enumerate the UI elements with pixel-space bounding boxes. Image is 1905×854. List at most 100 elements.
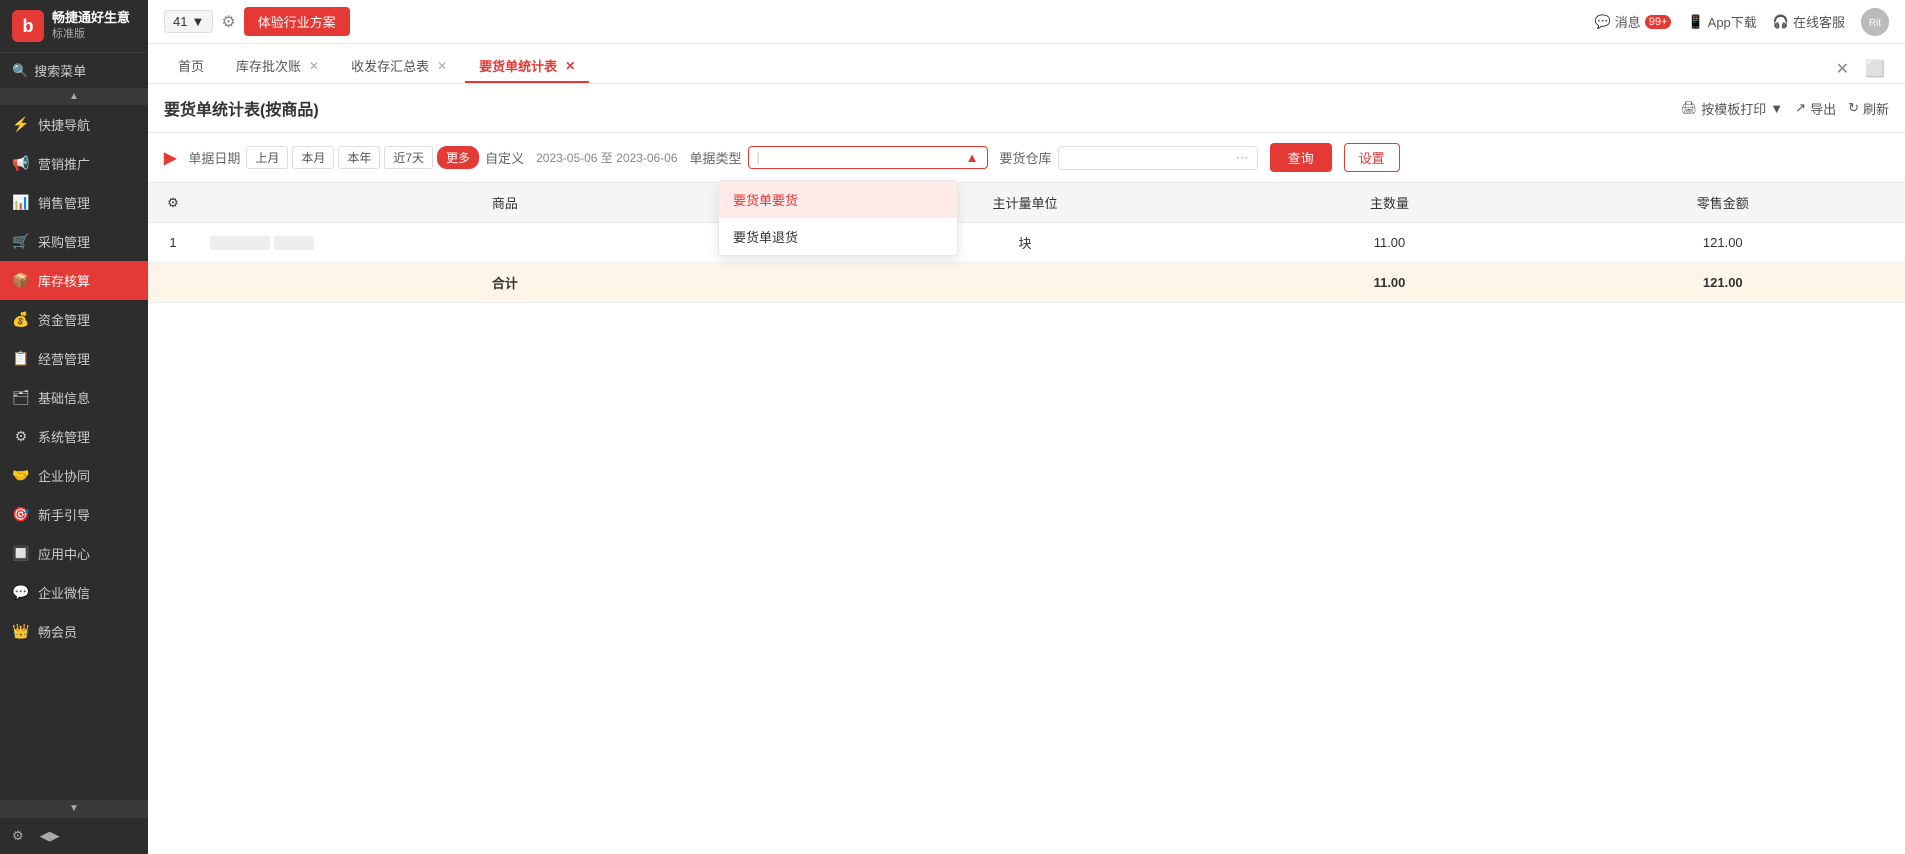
tab-receipts-summary[interactable]: 收发存汇总表 ✕ [337,50,461,83]
print-template-btn[interactable]: 🖨 按模板打印 ▼ [1681,99,1783,118]
row-quantity: 11.00 [1238,223,1540,263]
column-settings-icon[interactable]: ⚙ [167,195,179,210]
sidebar-logo: b 畅捷通好生意 标准版 [0,0,148,53]
sidebar-item-label: 企业微信 [38,583,90,602]
filter-collapse-btn[interactable]: ▶ [164,148,176,168]
sidebar-item-wechat[interactable]: 💬 企业微信 [0,573,148,612]
sidebar-item-purchase[interactable]: 🛒 采购管理 [0,222,148,261]
sidebar-scroll-up[interactable]: ▲ [0,88,148,105]
tab-inventory-batch[interactable]: 库存批次账 ✕ [222,50,333,83]
tab-home[interactable]: 首页 [164,50,218,83]
tab-order-stats-label: 要货单统计表 [479,56,557,75]
sidebar-item-label: 销售管理 [38,193,90,212]
sidebar-item-label: 采购管理 [38,232,90,251]
sidebar-item-label: 经营管理 [38,349,90,368]
type-filter-label: 单据类型 [690,148,742,167]
tab-order-stats[interactable]: 要货单统计表 ✕ [465,50,589,83]
close-order-stats-icon[interactable]: ✕ [565,59,575,73]
store-number: 41 [173,14,187,29]
sidebar-item-guide[interactable]: 🎯 新手引导 [0,495,148,534]
date-btn-this-year[interactable]: 本年 [338,146,380,169]
sidebar-item-apps[interactable]: 🔲 应用中心 [0,534,148,573]
date-btn-last-month[interactable]: 上月 [246,146,288,169]
store-selector[interactable]: 41 ▼ [164,10,213,33]
sidebar-item-label: 营销推广 [38,154,90,173]
sidebar-item-member[interactable]: 👑 畅会员 [0,612,148,651]
messages-action[interactable]: 💬 消息 99+ [1595,12,1672,31]
maximize-tab-btn[interactable]: ⬜ [1861,55,1889,83]
basic-icon: 🗂 [12,389,30,407]
export-icon: ↗ [1795,100,1806,116]
type-option-yaohuodanyaohuo[interactable]: 要货单要货 [719,181,957,218]
finance-icon: 💰 [12,311,30,329]
sidebar-item-enterprise[interactable]: 🤝 企业协同 [0,456,148,495]
sales-icon: 📊 [12,194,30,212]
table-header-row: ⚙ 商品 主计量单位 主数量 零售金额 [148,183,1905,223]
page-content: 要货单统计表(按商品) 🖨 按模板打印 ▼ ↗ 导出 ↻ 刷新 ▶ [148,84,1905,854]
warehouse-dropdown[interactable]: ⋯ [1058,146,1258,170]
close-inventory-batch-icon[interactable]: ✕ [309,59,319,73]
query-button[interactable]: 查询 [1270,143,1332,172]
sidebar-item-basic[interactable]: 🗂 基础信息 [0,378,148,417]
collapse-footer-btn[interactable]: ◀▶ [40,828,60,844]
user-avatar[interactable]: Rit [1861,8,1889,36]
print-icon: 🖨 [1681,100,1698,116]
service-icon: 🎧 [1773,14,1789,30]
date-btn-this-month[interactable]: 本月 [292,146,334,169]
app-download-action[interactable]: 📱 App下载 [1687,12,1756,31]
close-receipts-summary-icon[interactable]: ✕ [437,59,447,73]
set-button[interactable]: 设置 [1344,143,1400,172]
header-settings-btn[interactable]: ⚙ [221,12,235,32]
sidebar-item-marketing[interactable]: 📢 营销推广 [0,144,148,183]
purchase-icon: 🛒 [12,233,30,251]
settings-footer-btn[interactable]: ⚙ [12,828,24,844]
sidebar-item-label: 畅会员 [38,622,77,641]
guide-icon: 🎯 [12,506,30,524]
online-service-label: 在线客服 [1793,12,1845,31]
trial-button[interactable]: 体验行业方案 [244,7,350,36]
total-amount: 121.00 [1541,263,1905,303]
col-settings[interactable]: ⚙ [148,183,198,223]
page-header: 要货单统计表(按商品) 🖨 按模板打印 ▼ ↗ 导出 ↻ 刷新 [148,84,1905,133]
online-service-action[interactable]: 🎧 在线客服 [1773,12,1845,31]
sidebar-item-operation[interactable]: 📋 经营管理 [0,339,148,378]
date-range-display: 2023-05-06 至 2023-06-06 [536,149,677,166]
sidebar-item-inventory[interactable]: 📦 库存核算 [0,261,148,300]
sidebar-item-label: 资金管理 [38,310,90,329]
enterprise-icon: 🤝 [12,467,30,485]
messages-badge: 99+ [1645,15,1672,29]
search-label: 搜索菜单 [34,61,86,80]
type-dropdown[interactable]: | ▲ [748,146,988,169]
sidebar-nav: ⚡ 快捷导航 📢 营销推广 📊 销售管理 🛒 采购管理 📦 库存核算 💰 资金管… [0,105,148,800]
svg-text:Rit: Rit [1869,18,1881,29]
sidebar-item-sales[interactable]: 📊 销售管理 [0,183,148,222]
row-no: 1 [148,223,198,263]
col-amount: 零售金额 [1541,183,1905,223]
refresh-btn[interactable]: ↻ 刷新 [1848,99,1889,118]
export-btn[interactable]: ↗ 导出 [1795,99,1836,118]
sidebar-item-label: 新手引导 [38,505,90,524]
sidebar-item-label: 快捷导航 [38,115,90,134]
date-filter-label: 单据日期 [188,148,240,167]
sidebar-search[interactable]: 🔍 搜索菜单 [0,53,148,88]
sidebar-item-system[interactable]: ⚙ 系统管理 [0,417,148,456]
brand-version: 标准版 [52,27,130,41]
type-option-yaohuodantuihuo[interactable]: 要货单退货 [719,218,957,255]
main-content: 41 ▼ ⚙ 体验行业方案 💬 消息 99+ 📱 App下载 🎧 在线客服 [148,0,1905,854]
data-table-container: ⚙ 商品 主计量单位 主数量 零售金额 1 [148,183,1905,854]
sidebar-scroll-down[interactable]: ▼ [0,800,148,817]
page-title: 要货单统计表(按商品) [164,96,319,120]
date-btn-more[interactable]: 更多 [437,146,479,169]
sidebar-item-quicknav[interactable]: ⚡ 快捷导航 [0,105,148,144]
sidebar-item-finance[interactable]: 💰 资金管理 [0,300,148,339]
col-quantity: 主数量 [1238,183,1540,223]
quicknav-icon: ⚡ [12,116,30,134]
marketing-icon: 📢 [12,155,30,173]
custom-label: 自定义 [485,148,524,167]
phone-icon: 📱 [1687,14,1703,30]
date-btn-7days[interactable]: 近7天 [384,146,433,169]
refresh-icon: ↻ [1848,100,1859,116]
sidebar-item-label: 系统管理 [38,427,90,446]
close-all-tabs-btn[interactable]: ✕ [1832,55,1853,83]
apps-icon: 🔲 [12,545,30,563]
